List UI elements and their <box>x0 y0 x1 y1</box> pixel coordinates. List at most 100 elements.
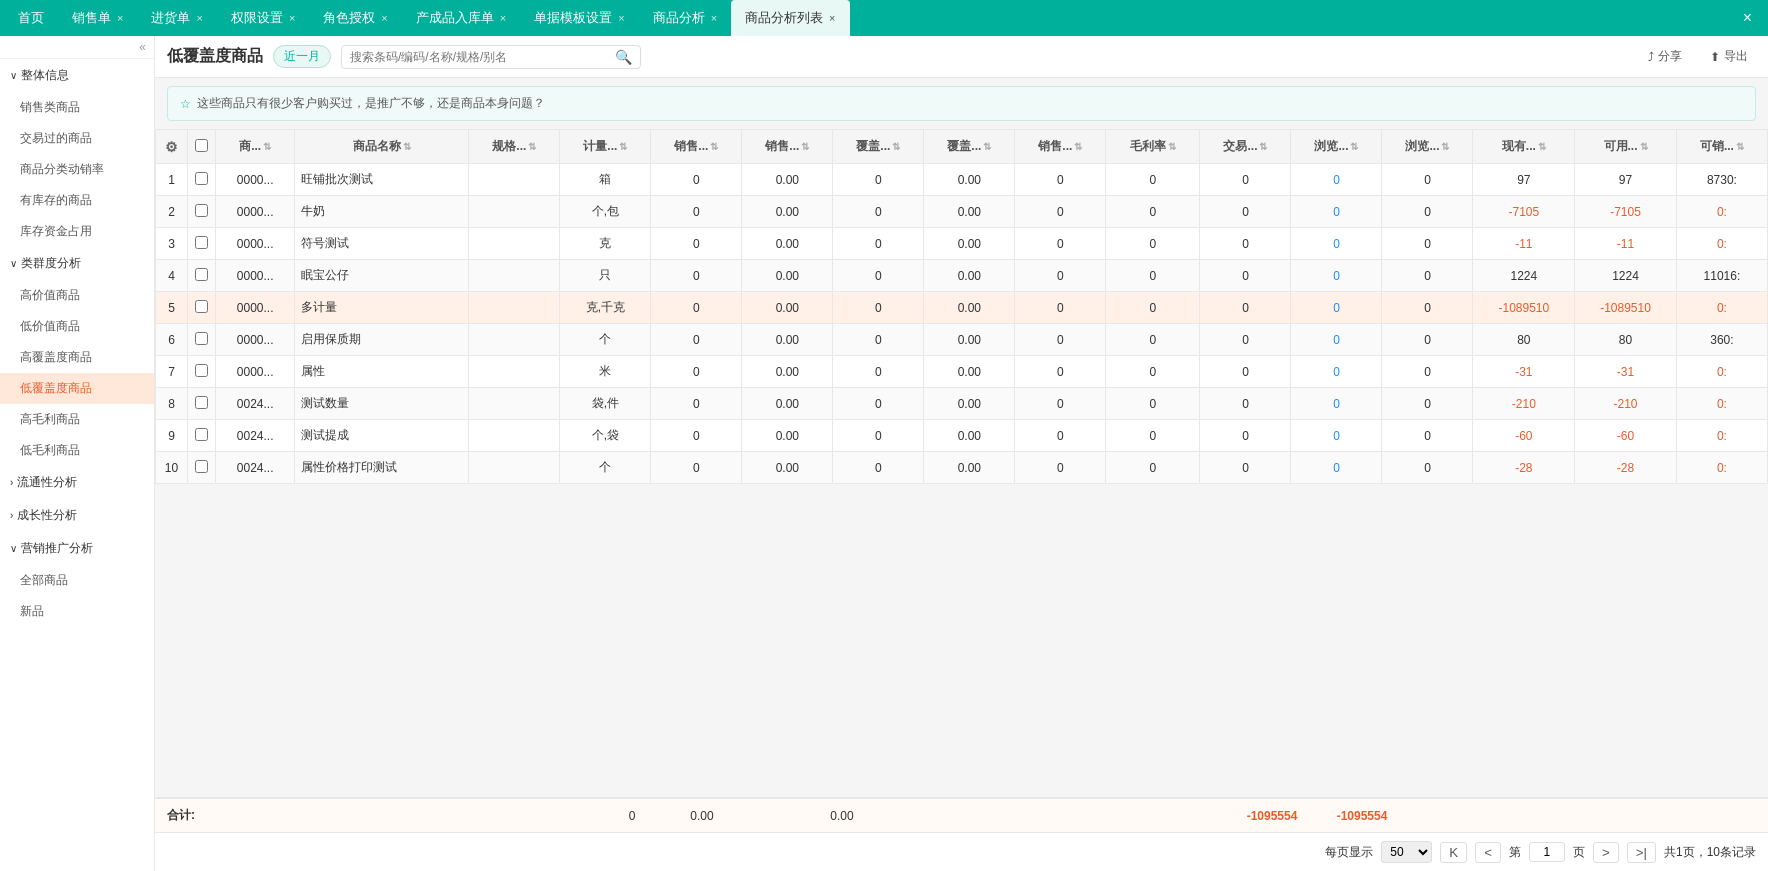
row-checkbox[interactable] <box>188 228 216 260</box>
row-select-checkbox[interactable] <box>195 332 208 345</box>
row-checkbox[interactable] <box>188 356 216 388</box>
search-icon[interactable]: 🔍 <box>615 49 632 65</box>
prev-page-button[interactable]: < <box>1475 842 1501 863</box>
page-number-input[interactable] <box>1529 842 1565 862</box>
row-sales-amt: 0.00 <box>742 260 833 292</box>
row-cover1: 0 <box>833 452 924 484</box>
row-browse1[interactable]: 0 <box>1291 196 1382 228</box>
close-icon[interactable]: × <box>829 12 835 24</box>
close-icon[interactable]: × <box>289 12 295 24</box>
sidebar-section-liquidity[interactable]: › 流通性分析 <box>0 466 154 499</box>
row-margin: 0 <box>1106 260 1200 292</box>
row-margin: 0 <box>1106 292 1200 324</box>
row-browse1[interactable]: 0 <box>1291 356 1382 388</box>
close-icon[interactable]: × <box>196 12 202 24</box>
sidebar-item-stock-capital[interactable]: 库存资金占用 <box>0 216 154 247</box>
row-index: 3 <box>156 228 188 260</box>
nav-tab-home[interactable]: 首页 <box>4 0 58 36</box>
row-cover2: 0.00 <box>924 164 1015 196</box>
gear-icon[interactable]: ⚙ <box>165 139 178 155</box>
row-browse1[interactable]: 0 <box>1291 228 1382 260</box>
row-select-checkbox[interactable] <box>195 172 208 185</box>
share-button[interactable]: ⤴ 分享 <box>1640 44 1690 69</box>
sidebar-item-low-margin[interactable]: 低毛利商品 <box>0 435 154 466</box>
nav-tab-role[interactable]: 角色授权 × <box>309 0 401 36</box>
row-select-checkbox[interactable] <box>195 428 208 441</box>
sidebar-section-marketing[interactable]: ∨ 营销推广分析 <box>0 532 154 565</box>
row-checkbox[interactable] <box>188 388 216 420</box>
nav-tab-purchase[interactable]: 进货单 × <box>137 0 216 36</box>
row-select-checkbox[interactable] <box>195 268 208 281</box>
sidebar-item-high-margin[interactable]: 高毛利商品 <box>0 404 154 435</box>
row-checkbox[interactable] <box>188 420 216 452</box>
row-select-checkbox[interactable] <box>195 204 208 217</box>
row-cover2: 0.00 <box>924 292 1015 324</box>
row-available: -60 <box>1575 420 1677 452</box>
sidebar-item-traded-goods[interactable]: 交易过的商品 <box>0 123 154 154</box>
row-browse1[interactable]: 0 <box>1291 324 1382 356</box>
window-close-button[interactable]: × <box>1731 9 1764 27</box>
per-page-select[interactable]: 50 100 200 <box>1381 841 1432 863</box>
row-browse1[interactable]: 0 <box>1291 260 1382 292</box>
row-browse1[interactable]: 0 <box>1291 292 1382 324</box>
sidebar-item-new-goods[interactable]: 新品 <box>0 596 154 627</box>
row-checkbox[interactable] <box>188 324 216 356</box>
row-checkbox[interactable] <box>188 196 216 228</box>
sidebar-section-overall[interactable]: ∨ 整体信息 <box>0 59 154 92</box>
sidebar-item-high-coverage[interactable]: 高覆盖度商品 <box>0 342 154 373</box>
sidebar-item-low-coverage[interactable]: 低覆盖度商品 <box>0 373 154 404</box>
close-icon[interactable]: × <box>500 12 506 24</box>
row-select-checkbox[interactable] <box>195 236 208 249</box>
margin-column-header: 毛利率⇅ <box>1106 130 1200 164</box>
nav-tab-products[interactable]: 产成品入库单 × <box>402 0 520 36</box>
sidebar-section-growth[interactable]: › 成长性分析 <box>0 499 154 532</box>
row-spec <box>469 356 560 388</box>
table-row: 5 0000... 多计量 克,千克 0 0.00 0 0.00 0 0 0 0… <box>156 292 1768 324</box>
row-browse1[interactable]: 0 <box>1291 388 1382 420</box>
nav-tab-sales[interactable]: 销售单 × <box>58 0 137 36</box>
nav-tab-analysis-list[interactable]: 商品分析列表 × <box>731 0 849 36</box>
row-select-checkbox[interactable] <box>195 300 208 313</box>
row-available: -11 <box>1575 228 1677 260</box>
row-checkbox[interactable] <box>188 260 216 292</box>
nav-tab-template[interactable]: 单据模板设置 × <box>520 0 638 36</box>
row-browse1[interactable]: 0 <box>1291 420 1382 452</box>
sidebar-section-cluster[interactable]: ∨ 类群度分析 <box>0 247 154 280</box>
nav-tab-permission[interactable]: 权限设置 × <box>217 0 309 36</box>
sidebar-item-category-rate[interactable]: 商品分类动销率 <box>0 154 154 185</box>
footer-label: 合计: <box>167 807 195 824</box>
export-button[interactable]: ⬆ 导出 <box>1702 44 1756 69</box>
row-trade: 0 <box>1200 292 1291 324</box>
sidebar-item-high-value[interactable]: 高价值商品 <box>0 280 154 311</box>
close-icon[interactable]: × <box>117 12 123 24</box>
search-input[interactable] <box>350 50 615 64</box>
row-browse1[interactable]: 0 <box>1291 452 1382 484</box>
row-select-checkbox[interactable] <box>195 396 208 409</box>
last-page-button[interactable]: >| <box>1627 842 1656 863</box>
row-browse1[interactable]: 0 <box>1291 164 1382 196</box>
row-checkbox[interactable] <box>188 452 216 484</box>
sidebar-item-sales-goods[interactable]: 销售类商品 <box>0 92 154 123</box>
close-icon[interactable]: × <box>381 12 387 24</box>
time-filter-button[interactable]: 近一月 <box>273 45 331 68</box>
row-select-checkbox[interactable] <box>195 460 208 473</box>
sidebar-item-low-value[interactable]: 低价值商品 <box>0 311 154 342</box>
table-container[interactable]: ⚙ 商...⇅ 商品名称⇅ 规格...⇅ 计量...⇅ 销售...⇅ 销售...… <box>155 129 1768 797</box>
content-header: 低覆盖度商品 近一月 🔍 ⤴ 分享 ⬆ 导出 <box>155 36 1768 78</box>
sidebar-item-all-goods[interactable]: 全部商品 <box>0 565 154 596</box>
row-cover1: 0 <box>833 420 924 452</box>
row-select-checkbox[interactable] <box>195 364 208 377</box>
row-checkbox[interactable] <box>188 292 216 324</box>
close-icon[interactable]: × <box>618 12 624 24</box>
checkbox-column-header[interactable] <box>188 130 216 164</box>
row-checkbox[interactable] <box>188 164 216 196</box>
sidebar-item-stocked-goods[interactable]: 有库存的商品 <box>0 185 154 216</box>
next-page-button[interactable]: > <box>1593 842 1619 863</box>
select-all-checkbox[interactable] <box>195 139 208 152</box>
row-sales3: 0 <box>1015 324 1106 356</box>
first-page-button[interactable]: K <box>1440 842 1467 863</box>
nav-tab-analysis[interactable]: 商品分析 × <box>639 0 731 36</box>
close-icon[interactable]: × <box>711 12 717 24</box>
sidebar-collapse-button[interactable]: « <box>0 36 154 59</box>
settings-column-header[interactable]: ⚙ <box>156 130 188 164</box>
